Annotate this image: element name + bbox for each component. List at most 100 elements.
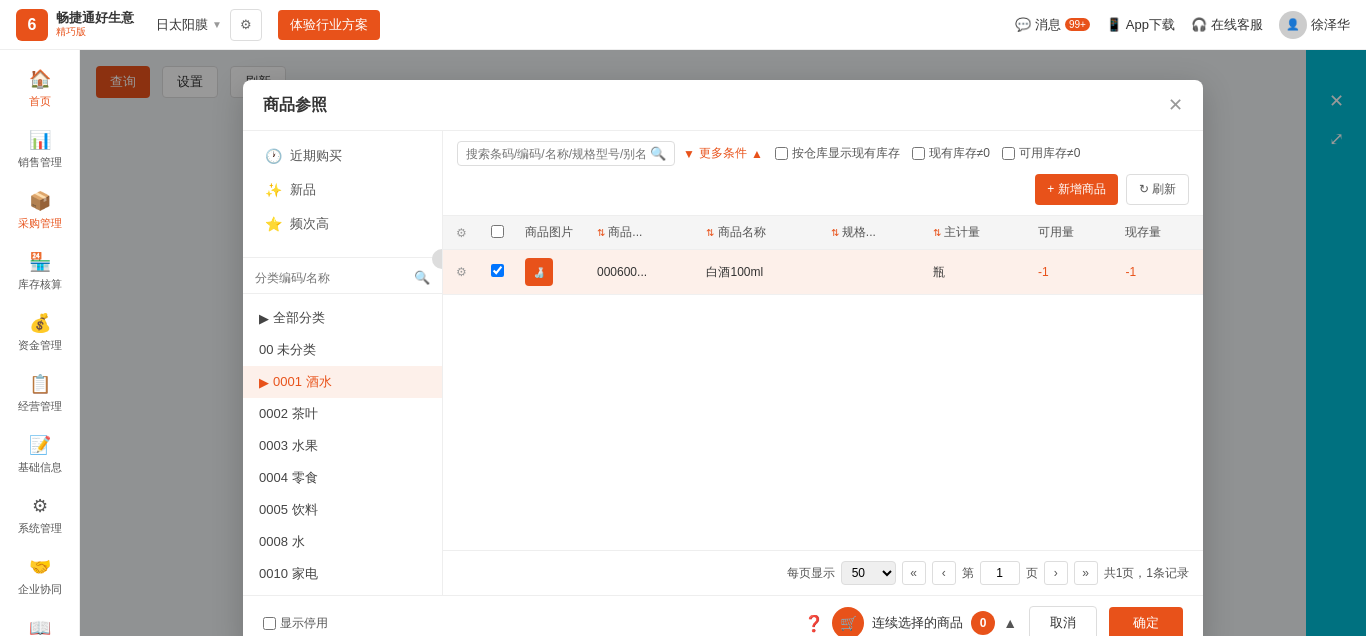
finance-icon: 💰 [29, 312, 51, 334]
warehouse-checkbox-label[interactable]: 按仓库显示现有库存 [775, 145, 900, 162]
modal-title: 商品参照 [263, 95, 327, 116]
total-info: 共1页，1条记录 [1104, 565, 1189, 582]
row-settings[interactable]: ⚙ [443, 250, 479, 295]
cart-icon[interactable]: 🛒 [832, 607, 864, 636]
message-item[interactable]: 💬 消息 99+ [1015, 16, 1090, 34]
product-toolbar: 🔍 ▼ 更多条件 ▲ 按仓库显示现有库存 [443, 131, 1203, 216]
category-0001[interactable]: ▶ 0001 酒水 [243, 366, 442, 398]
logo-text: 畅捷通好生意 [56, 10, 134, 26]
right-panel: 🔍 ▼ 更多条件 ▲ 按仓库显示现有库存 [443, 131, 1203, 595]
table-header-row: ⚙ 商品图片 ⇅ 商品... [443, 216, 1203, 250]
guide-icon: 📖 [29, 617, 51, 636]
category-0005[interactable]: 0005 饮料 [243, 494, 442, 526]
filter-button[interactable]: ▼ 更多条件 ▲ [683, 145, 763, 162]
next-page-button[interactable]: › [1044, 561, 1068, 585]
col-select-all[interactable] [479, 216, 515, 250]
available-stock-checkbox-label[interactable]: 可用库存≠0 [1002, 145, 1080, 162]
home-icon: 🏠 [29, 68, 51, 90]
cancel-button[interactable]: 取消 [1029, 606, 1097, 636]
show-disabled-checkbox-label[interactable]: 显示停用 [263, 615, 328, 632]
current-stock-checkbox[interactable] [912, 147, 925, 160]
row-checkbox-cell[interactable] [479, 250, 515, 295]
category-list: ▶ 全部分类 00 未分类 ▶ 0001 酒水 0002 茶 [243, 294, 442, 595]
enterprise-icon: 🤝 [29, 556, 51, 578]
page-label: 第 [962, 565, 974, 582]
category-search-area: 🔍 [243, 262, 442, 294]
category-0002[interactable]: 0002 茶叶 [243, 398, 442, 430]
search-icon[interactable]: 🔍 [414, 270, 430, 285]
col-unit[interactable]: ⇅ 主计量 [923, 216, 1028, 250]
modal-footer: 显示停用 ❓ 🛒 连续选择的商品 0 ▲ 取消 确定 [243, 595, 1203, 636]
col-name[interactable]: ⇅ 商品名称 [696, 216, 820, 250]
modal-close-button[interactable]: ✕ [1168, 94, 1183, 116]
current-stock-checkbox-label[interactable]: 现有库存≠0 [912, 145, 990, 162]
frequent-tab[interactable]: ⭐ 频次高 [255, 209, 430, 239]
trial-button[interactable]: 体验行业方案 [278, 10, 380, 40]
per-page-select[interactable]: 50 100 200 [841, 561, 896, 585]
new-products-tab[interactable]: ✨ 新品 [255, 175, 430, 205]
category-0008[interactable]: 0008 水 [243, 526, 442, 558]
logo-icon: 6 [16, 9, 48, 41]
app-download-item[interactable]: 📱 App下载 [1106, 16, 1175, 34]
sidebar-item-operations[interactable]: 📋 经营管理 [0, 363, 79, 424]
sidebar-item-system[interactable]: ⚙ 系统管理 [0, 485, 79, 546]
collapse-cart-button[interactable]: ▲ [1003, 615, 1017, 631]
left-panel: 🕐 近期购买 ✨ 新品 ⭐ 频次高 [243, 131, 443, 595]
page-number-input[interactable] [980, 561, 1020, 585]
refresh-button[interactable]: ↻ 刷新 [1126, 174, 1189, 205]
category-search-input[interactable] [255, 271, 408, 285]
clock-icon: 🕐 [265, 148, 282, 164]
row-code-cell: 000600... [587, 250, 696, 295]
product-reference-modal: 商品参照 ✕ 🕐 近期购买 ✨ 新 [243, 80, 1203, 636]
help-icon[interactable]: ❓ [804, 614, 824, 633]
product-img-icon: 🍶 [533, 267, 545, 278]
select-all-checkbox[interactable] [491, 225, 504, 238]
available-stock-checkbox[interactable] [1002, 147, 1015, 160]
chevron-up-icon: ▲ [751, 147, 763, 161]
sidebar-item-basics[interactable]: 📝 基础信息 [0, 424, 79, 485]
category-0010[interactable]: 0010 家电 [243, 558, 442, 590]
recent-purchase-tab[interactable]: 🕐 近期购买 [255, 141, 430, 171]
user-info[interactable]: 👤 徐泽华 [1279, 11, 1350, 39]
gear-button[interactable]: ⚙ [230, 9, 262, 41]
sidebar-item-enterprise[interactable]: 🤝 企业协同 [0, 546, 79, 607]
chevron-down-icon: ▼ [212, 19, 222, 30]
top-navigation: 6 畅捷通好生意 精巧版 日太阳膜 ▼ ⚙ 体验行业方案 💬 消息 99+ 📱 … [0, 0, 1366, 50]
gear-icon: ⚙ [240, 17, 252, 32]
product-search-input[interactable] [466, 147, 646, 161]
col-settings[interactable]: ⚙ [443, 216, 479, 250]
first-page-button[interactable]: « [902, 561, 926, 585]
show-disabled-checkbox[interactable] [263, 617, 276, 630]
category-0003[interactable]: 0003 水果 [243, 430, 442, 462]
search-submit-icon[interactable]: 🔍 [650, 146, 666, 161]
row-checkbox[interactable] [491, 264, 504, 277]
sidebar-item-finance[interactable]: 💰 资金管理 [0, 302, 79, 363]
online-service-item[interactable]: 🎧 在线客服 [1191, 16, 1263, 34]
sidebar-item-home[interactable]: 🏠 首页 [0, 58, 79, 119]
left-panel-tabs: 🕐 近期购买 ✨ 新品 ⭐ 频次高 [243, 131, 442, 249]
col-code[interactable]: ⇅ 商品... [587, 216, 696, 250]
confirm-button[interactable]: 确定 [1109, 607, 1183, 636]
basics-icon: 📝 [29, 434, 51, 456]
prev-page-button[interactable]: ‹ [932, 561, 956, 585]
pagination: 每页显示 50 100 200 « ‹ 第 页 › [443, 550, 1203, 595]
sort-icon-unit: ⇅ [933, 227, 941, 238]
category-0004[interactable]: 0004 零食 [243, 462, 442, 494]
sidebar-item-guide[interactable]: 📖 新手引导 [0, 607, 79, 636]
table-row[interactable]: ⚙ 🍶 [443, 250, 1203, 295]
cart-info: ❓ 🛒 连续选择的商品 0 ▲ [804, 607, 1017, 636]
sidebar-item-sales[interactable]: 📊 销售管理 [0, 119, 79, 180]
last-page-button[interactable]: » [1074, 561, 1098, 585]
col-spec[interactable]: ⇅ 规格... [821, 216, 923, 250]
add-product-button[interactable]: + 新增商品 [1035, 174, 1117, 205]
headset-icon: 🎧 [1191, 17, 1207, 32]
sidebar-item-inventory[interactable]: 🏪 库存核算 [0, 241, 79, 302]
sidebar-item-purchase[interactable]: 📦 采购管理 [0, 180, 79, 241]
inventory-icon: 🏪 [29, 251, 51, 273]
filter-icon: ▼ [683, 147, 695, 161]
warehouse-checkbox[interactable] [775, 147, 788, 160]
nav-selector[interactable]: 日太阳膜 ▼ [156, 16, 222, 34]
category-all[interactable]: ▶ 全部分类 [243, 302, 442, 334]
category-00[interactable]: 00 未分类 [243, 334, 442, 366]
username: 徐泽华 [1311, 16, 1350, 34]
